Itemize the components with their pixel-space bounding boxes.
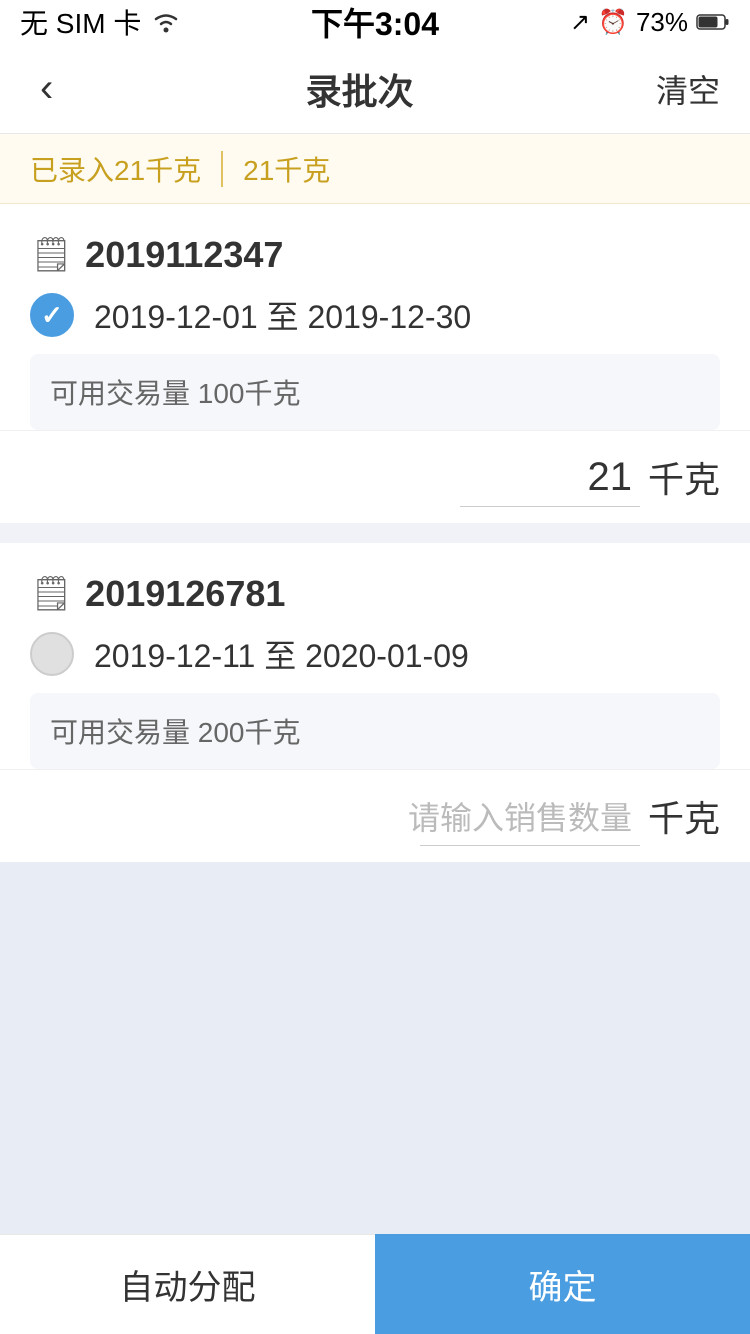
batch-1-checkbox[interactable]: [30, 293, 74, 337]
batch-2-input-row[interactable]: 请输入销售数量 千克: [0, 769, 750, 862]
batch-1-amount-unit: 千克: [648, 451, 720, 503]
bottom-action-bar: 自动分配 确定: [0, 1234, 750, 1334]
batch-2-availability: 可用交易量 200千克: [30, 693, 720, 769]
banner-divider: [221, 151, 223, 187]
section-divider-1: [0, 523, 750, 543]
battery-icon: [696, 13, 730, 31]
status-right: ↗ ⏰ 73%: [570, 7, 730, 38]
page-title: 录批次: [306, 63, 414, 115]
total-amount: 21千克: [243, 149, 330, 189]
input-underline: [420, 845, 640, 846]
carrier-text: 无 SIM 卡: [20, 2, 141, 42]
batch-card-2: 🗒 2019126781 2019-12-11 至 2020-01-09 可用交…: [0, 543, 750, 769]
batch-1-date-row: 2019-12-01 至 2019-12-30: [30, 292, 720, 338]
confirm-button[interactable]: 确定: [375, 1234, 750, 1334]
batch-2-date: 2019-12-11 至 2020-01-09: [94, 631, 469, 677]
batch-1-id: 2019112347: [85, 234, 283, 276]
batch-1-amount-value: 21: [587, 455, 632, 500]
status-carrier: 无 SIM 卡: [20, 2, 181, 42]
alarm-icon: ⏰: [598, 8, 628, 37]
amount-underline: [460, 506, 640, 507]
batch-1-icon: 🗒: [30, 235, 73, 275]
batch-2-input-unit: 千克: [648, 790, 720, 842]
batch-2-date-row: 2019-12-11 至 2020-01-09: [30, 631, 720, 677]
recorded-amount: 已录入21千克: [30, 149, 201, 189]
status-time: 下午3:04: [311, 0, 439, 45]
location-icon: ↗: [570, 8, 590, 37]
batch-2-input-placeholder[interactable]: 请输入销售数量: [408, 793, 632, 839]
batch-2-id: 2019126781: [85, 573, 285, 615]
batch-2-checkbox[interactable]: [30, 632, 74, 676]
batch-1-date: 2019-12-01 至 2019-12-30: [94, 292, 471, 338]
battery-text: 73%: [636, 7, 688, 38]
auto-distribute-button[interactable]: 自动分配: [0, 1234, 375, 1334]
clear-button[interactable]: 清空: [656, 66, 720, 112]
batch-2-header: 🗒 2019126781: [30, 573, 720, 615]
nav-bar: ‹ 录批次 清空: [0, 44, 750, 134]
batch-card-1: 🗒 2019112347 2019-12-01 至 2019-12-30 可用交…: [0, 204, 750, 430]
batch-1-availability: 可用交易量 100千克: [30, 354, 720, 430]
batch-1-header: 🗒 2019112347: [30, 234, 720, 276]
batch-2-icon: 🗒: [30, 574, 73, 614]
status-bar: 无 SIM 卡 下午3:04 ↗ ⏰ 73%: [0, 0, 750, 44]
wifi-icon: [151, 11, 181, 33]
batch-1-amount-row: 21 千克: [0, 430, 750, 523]
info-banner: 已录入21千克 21千克: [0, 134, 750, 204]
back-button[interactable]: ‹: [30, 56, 63, 121]
